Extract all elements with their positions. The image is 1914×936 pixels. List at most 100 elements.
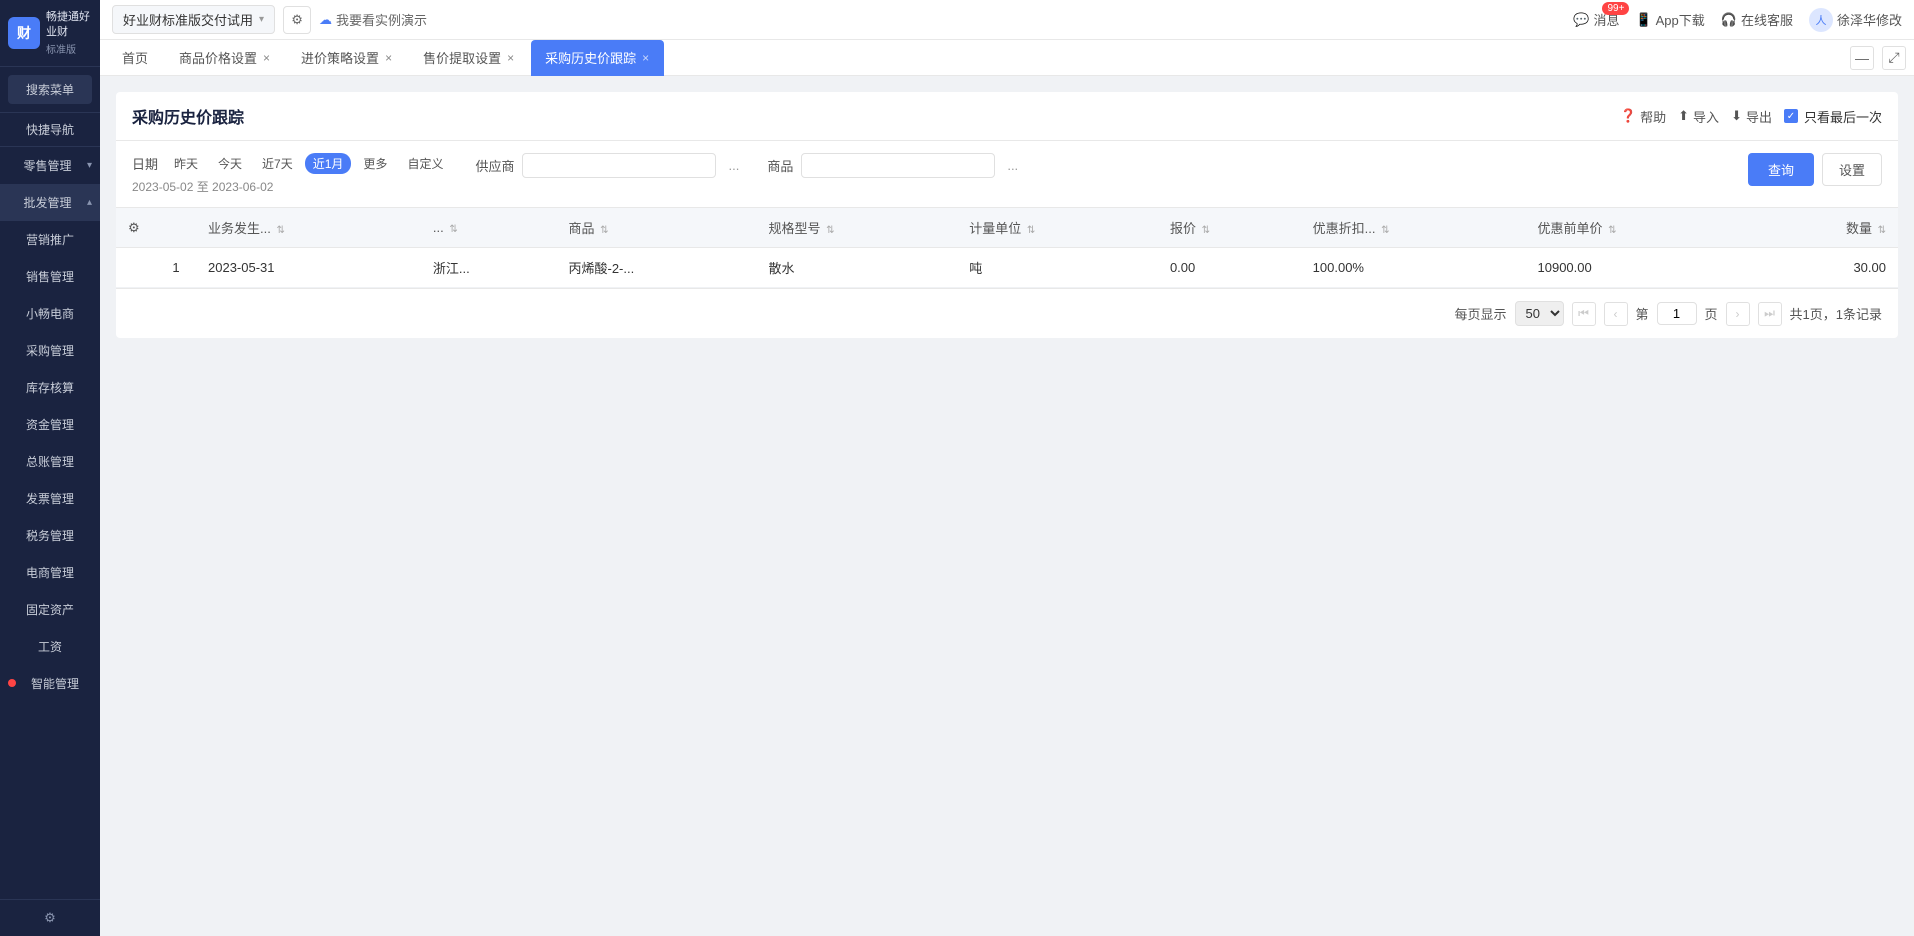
sidebar-item-ledger[interactable]: 总账管理 xyxy=(0,443,100,480)
sidebar-item-finance[interactable]: 资金管理 xyxy=(0,406,100,443)
avatar: 人 xyxy=(1809,8,1833,32)
col-header-quantity[interactable]: 数量 ⇅ xyxy=(1755,208,1898,248)
col-header-price[interactable]: 报价 ⇅ xyxy=(1158,208,1301,248)
col-header-gear[interactable]: ⚙ xyxy=(116,208,156,248)
message-icon: 💬 xyxy=(1573,12,1589,28)
date-option-more[interactable]: 更多 xyxy=(355,153,395,174)
date-option-custom[interactable]: 自定义 xyxy=(399,153,451,174)
col-header-unit[interactable]: 计量单位 ⇅ xyxy=(957,208,1158,248)
col-header-pre-discount-price[interactable]: 优惠前单价 ⇅ xyxy=(1526,208,1756,248)
version-selector[interactable]: 好业财标准版交付试用 ▾ xyxy=(112,5,275,34)
gear-icon: ⚙ xyxy=(291,12,303,28)
tab-purchase-history[interactable]: 采购历史价跟踪 × xyxy=(531,40,664,76)
page-label: 第 xyxy=(1636,304,1649,323)
only-latest-checkbox-group[interactable]: ✓ 只看最后一次 xyxy=(1784,107,1882,126)
date-option-7days[interactable]: 近7天 xyxy=(254,153,301,174)
sidebar-item-sales[interactable]: 销售管理 xyxy=(0,258,100,295)
col-header-dots[interactable]: ... ⇅ xyxy=(421,208,557,248)
sidebar-item-inventory[interactable]: 库存核算 xyxy=(0,369,100,406)
sidebar-item-invoice[interactable]: 发票管理 xyxy=(0,480,100,517)
next-page-icon: › xyxy=(1736,307,1740,321)
sidebar-search-area[interactable]: 搜索菜单 xyxy=(0,67,100,113)
service-label: 在线客服 xyxy=(1741,10,1793,29)
demo-button[interactable]: ☁ 我要看实例演示 xyxy=(319,10,427,29)
export-icon: ⬇ xyxy=(1731,108,1742,124)
online-service-button[interactable]: 🎧 在线客服 xyxy=(1721,10,1793,29)
message-button[interactable]: 💬 消息 99+ xyxy=(1573,10,1619,29)
search-menu-button[interactable]: 搜索菜单 xyxy=(8,75,92,104)
main-area: 好业财标准版交付试用 ▾ ⚙ ☁ 我要看实例演示 💬 消息 99+ 📱 App下… xyxy=(100,0,1914,936)
pagination: 每页显示 50 ⏮ ‹ 第 页 › ⏭ 共1页，1条记 xyxy=(116,288,1898,338)
supplier-input[interactable] xyxy=(522,153,716,178)
row-quantity-cell: 30.00 xyxy=(1755,248,1898,288)
sidebar-item-purchase[interactable]: 采购管理 xyxy=(0,332,100,369)
tab-home[interactable]: 首页 xyxy=(108,40,163,76)
only-latest-label: 只看最后一次 xyxy=(1804,107,1882,126)
only-latest-checkbox[interactable]: ✓ xyxy=(1784,109,1798,123)
tab-maximize-button[interactable]: ⤢ xyxy=(1882,46,1906,70)
import-button[interactable]: ⬆ 导入 xyxy=(1678,107,1719,126)
supplier-filter-label: 供应商 xyxy=(475,156,514,175)
date-option-today[interactable]: 今天 xyxy=(210,153,250,174)
page-suffix: 页 xyxy=(1705,304,1718,323)
sort-spec-icon: ⇅ xyxy=(826,225,834,236)
date-option-1month[interactable]: 近1月 xyxy=(305,153,352,174)
query-button[interactable]: 查询 xyxy=(1748,153,1814,186)
export-label: 导出 xyxy=(1746,107,1772,126)
tab-purchase-history-close[interactable]: × xyxy=(642,51,649,65)
app-download-button[interactable]: 📱 App下载 xyxy=(1635,10,1704,29)
tab-minimize-button[interactable]: — xyxy=(1850,46,1874,70)
demo-text: 我要看实例演示 xyxy=(336,10,427,29)
tab-sale-extract-close[interactable]: × xyxy=(507,51,514,65)
settings-gear-icon[interactable]: ⚙ xyxy=(0,899,100,936)
sidebar-item-salary[interactable]: 工资 xyxy=(0,628,100,665)
row-price-cell: 0.00 xyxy=(1158,248,1301,288)
last-page-button[interactable]: ⏭ xyxy=(1758,302,1782,326)
col-header-product[interactable]: 商品 ⇅ xyxy=(556,208,756,248)
tab-purchase-strategy-close[interactable]: × xyxy=(385,51,392,65)
sidebar-item-marketing[interactable]: 营销推广 xyxy=(0,221,100,258)
date-options: 昨天 今天 近7天 近1月 更多 自定义 xyxy=(166,153,451,174)
tab-purchase-history-label: 采购历史价跟踪 xyxy=(545,48,636,67)
date-option-yesterday[interactable]: 昨天 xyxy=(166,153,206,174)
sidebar-item-ecommerce-mini[interactable]: 小畅电商 xyxy=(0,295,100,332)
prev-page-icon: ‹ xyxy=(1614,307,1618,321)
col-header-date[interactable]: 业务发生... ⇅ xyxy=(196,208,421,248)
export-button[interactable]: ⬇ 导出 xyxy=(1731,107,1772,126)
filter-date-group: 日期 昨天 今天 近7天 近1月 更多 自定义 xyxy=(132,153,451,174)
first-page-button[interactable]: ⏮ xyxy=(1572,302,1596,326)
sidebar-item-ecommerce[interactable]: 电商管理 xyxy=(0,554,100,591)
help-button[interactable]: ❓ 帮助 xyxy=(1620,107,1666,126)
next-page-button[interactable]: › xyxy=(1726,302,1750,326)
sidebar-item-assets[interactable]: 固定资产 xyxy=(0,591,100,628)
first-page-icon: ⏮ xyxy=(1578,306,1589,321)
sort-unit-icon: ⇅ xyxy=(1027,225,1035,236)
quick-nav-button[interactable]: 快捷导航 xyxy=(0,113,100,147)
product-dots-button[interactable]: ... xyxy=(1003,158,1022,173)
per-page-select[interactable]: 50 xyxy=(1515,301,1564,326)
prev-page-button[interactable]: ‹ xyxy=(1604,302,1628,326)
tab-sale-extract[interactable]: 售价提取设置 × xyxy=(409,40,529,76)
col-header-discount[interactable]: 优惠折扣... ⇅ xyxy=(1301,208,1526,248)
sidebar-item-retail[interactable]: 零售管理 ▾ xyxy=(0,147,100,184)
tab-price[interactable]: 商品价格设置 × xyxy=(165,40,285,76)
filter-area: 日期 昨天 今天 近7天 近1月 更多 自定义 2023-05-02 至 202… xyxy=(116,141,1898,208)
page-header: 采购历史价跟踪 ❓ 帮助 ⬆ 导入 ⬇ 导出 ✓ xyxy=(116,92,1898,141)
user-menu-button[interactable]: 人 徐泽华修改 xyxy=(1809,8,1902,32)
supplier-dots-button[interactable]: ... xyxy=(724,158,743,173)
col-header-spec[interactable]: 规格型号 ⇅ xyxy=(757,208,958,248)
settings-button[interactable]: 设置 xyxy=(1822,153,1882,186)
sidebar-item-tax[interactable]: 税务管理 xyxy=(0,517,100,554)
import-icon: ⬆ xyxy=(1678,108,1689,124)
page-number-input[interactable] xyxy=(1657,302,1697,325)
sidebar-item-wholesale[interactable]: 批发管理 ▴ xyxy=(0,184,100,221)
tab-purchase-strategy[interactable]: 进价策略设置 × xyxy=(287,40,407,76)
tab-price-close[interactable]: × xyxy=(263,51,270,65)
help-icon: ❓ xyxy=(1620,108,1636,124)
sort-pre-discount-icon: ⇅ xyxy=(1608,225,1616,236)
sidebar-item-smart[interactable]: 智能管理 xyxy=(0,665,100,702)
filter-supplier-group: 供应商 ... xyxy=(475,153,743,178)
topbar-gear-button[interactable]: ⚙ xyxy=(283,6,311,34)
sort-date-icon: ⇅ xyxy=(276,225,284,236)
product-input[interactable] xyxy=(801,153,995,178)
